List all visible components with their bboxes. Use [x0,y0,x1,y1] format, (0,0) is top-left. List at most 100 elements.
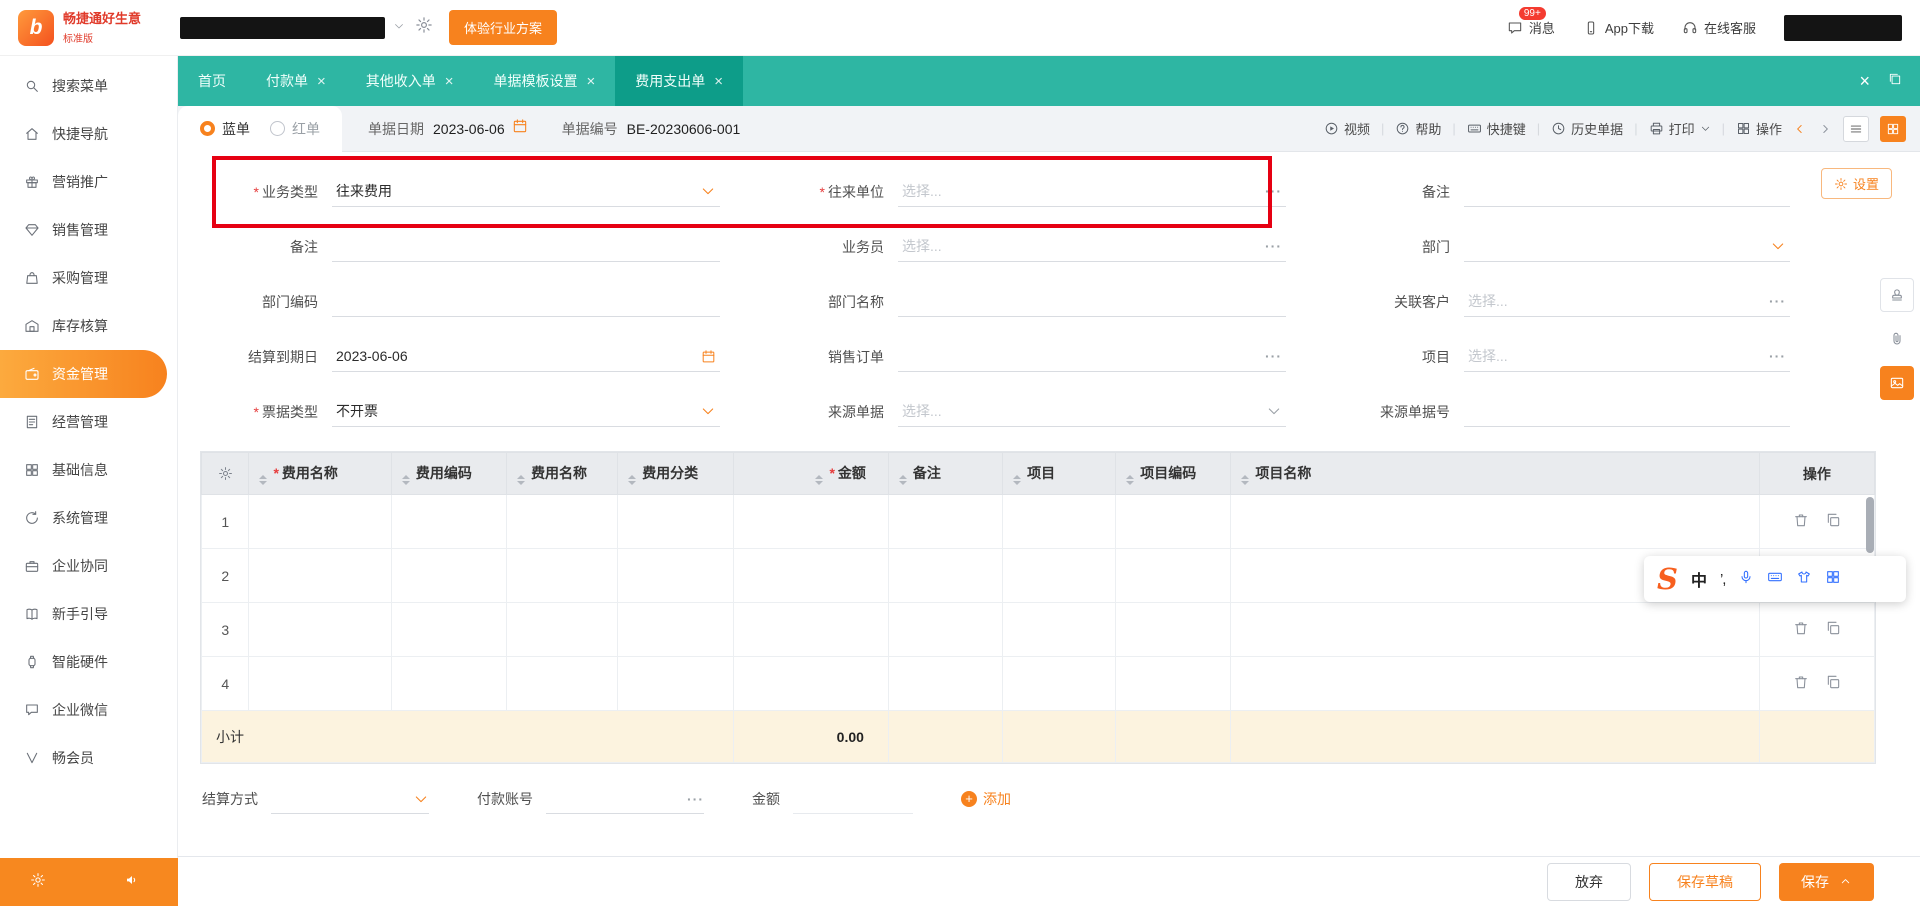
app-download-button[interactable]: App下载 [1583,18,1654,37]
amount-input[interactable] [793,784,913,814]
table-cell[interactable] [887,494,1004,549]
sidebar-item-purchase[interactable]: 采购管理 [0,254,177,302]
col-header-project[interactable]: 项目 [1002,452,1117,495]
tab-template-settings[interactable]: 单据模板设置 × [474,56,616,106]
grid-view-button[interactable] [1880,115,1906,142]
ime-punctuation-mode[interactable]: ’, [1720,571,1726,588]
table-cell[interactable] [1002,494,1117,549]
video-action[interactable]: 视频 [1324,119,1370,138]
column-settings-gear[interactable] [200,452,250,495]
save-draft-button[interactable]: 保存草稿 [1649,862,1761,901]
prev-arrow-icon[interactable] [1793,122,1807,136]
image-tool-icon[interactable] [1880,366,1914,400]
calendar-icon[interactable] [512,118,528,139]
table-cell[interactable] [617,548,735,603]
table-cell[interactable] [887,656,1004,711]
trial-industry-button[interactable]: 体验行业方案 [449,10,558,45]
delete-row-icon[interactable] [1793,512,1809,531]
table-cell[interactable] [390,548,508,603]
form-settings-button[interactable]: 设置 [1820,168,1892,199]
table-cell[interactable] [506,602,619,657]
table-cell[interactable] [1115,494,1232,549]
col-header-amount[interactable]: 金额 [733,452,889,495]
sidebar-item-hardware[interactable]: 智能硬件 [0,638,177,686]
table-cell[interactable] [1115,656,1232,711]
history-docs-action[interactable]: 历史单据 [1551,119,1623,138]
payment-account-select[interactable]: ··· [546,784,704,814]
tab-other-income-doc[interactable]: 其他收入单 × [346,56,474,106]
table-cell[interactable] [617,656,735,711]
partner-select[interactable]: 选择... ··· [898,177,1286,207]
sidebar-item-base-info[interactable]: 基础信息 [0,446,177,494]
delete-row-icon[interactable] [1793,674,1809,693]
print-action[interactable]: 打印 [1649,119,1711,138]
table-cell[interactable] [248,602,392,657]
col-header-project-name[interactable]: 项目名称 [1230,452,1760,495]
col-header-expense-name[interactable]: 费用名称 [248,452,392,495]
table-cell[interactable] [390,602,508,657]
online-service-button[interactable]: 在线客服 [1682,18,1756,37]
sidebar-settings-gear-icon[interactable] [30,872,46,893]
table-cell[interactable] [1002,656,1117,711]
sales-order-select[interactable]: ··· [898,342,1286,372]
tab-payment-doc[interactable]: 付款单 × [246,56,346,106]
table-cell[interactable] [733,602,889,657]
radio-blue-doc[interactable]: 蓝单 [200,119,250,139]
tab-close-icon[interactable]: × [445,74,454,89]
sidebar-item-guide[interactable]: 新手引导 [0,590,177,638]
help-action[interactable]: 帮助 [1395,119,1441,138]
table-cell[interactable] [733,656,889,711]
operations-action[interactable]: 操作 [1736,119,1782,138]
table-cell[interactable] [887,548,1004,603]
table-cell[interactable] [248,548,392,603]
ime-mic-icon[interactable] [1738,569,1754,590]
tab-close-icon[interactable]: × [317,74,326,89]
list-view-button[interactable] [1843,115,1869,142]
ime-skin-icon[interactable] [1796,569,1812,590]
sidebar-item-operations[interactable]: 经营管理 [0,398,177,446]
copy-row-icon[interactable] [1825,620,1841,639]
table-cell[interactable] [248,656,392,711]
chevron-down-icon[interactable] [393,19,405,37]
attachment-paperclip-icon[interactable] [1880,322,1914,356]
table-cell[interactable] [617,494,735,549]
settlement-method-select[interactable] [271,784,429,814]
messages-button[interactable]: 消息 99+ [1507,7,1555,37]
header-gear-icon[interactable] [415,16,433,39]
related-customer-select[interactable]: 选择... ··· [1464,287,1790,317]
add-settlement-button[interactable]: + 添加 [961,789,1011,809]
table-cell[interactable] [617,602,735,657]
table-cell[interactable] [1230,602,1760,657]
dept-code-input[interactable] [332,287,720,317]
project-select[interactable]: 选择... ··· [1464,342,1790,372]
hotkey-action[interactable]: 快捷键 [1467,119,1526,138]
remark-right-input[interactable] [1464,177,1790,207]
table-cell[interactable] [506,494,619,549]
table-cell[interactable] [887,602,1004,657]
col-header-expense-category[interactable]: 费用分类 [617,452,735,495]
sidebar-item-collaboration[interactable]: 企业协同 [0,542,177,590]
table-cell[interactable] [1115,602,1232,657]
sidebar-item-quick-nav[interactable]: 快捷导航 [0,110,177,158]
table-cell[interactable] [506,548,619,603]
user-account-redacted[interactable] [1784,14,1902,41]
table-cell[interactable] [390,656,508,711]
table-cell[interactable] [1230,494,1760,549]
table-cell[interactable] [1002,548,1117,603]
fullscreen-icon[interactable] [1888,72,1902,91]
table-cell[interactable] [1115,548,1232,603]
sogou-logo-icon[interactable]: S [1657,564,1678,594]
invoice-type-select[interactable]: 不开票 [332,397,720,427]
discard-button[interactable]: 放弃 [1547,862,1631,901]
department-select[interactable] [1464,232,1790,262]
table-cell[interactable] [248,494,392,549]
sidebar-item-search-menu[interactable]: 搜索菜单 [0,62,177,110]
tab-close-icon[interactable]: × [587,74,596,89]
save-button[interactable]: 保存 [1779,862,1874,901]
delete-row-icon[interactable] [1793,620,1809,639]
col-header-expense-name2[interactable]: 费用名称 [506,452,619,495]
tab-home[interactable]: 首页 [178,56,246,106]
table-cell[interactable] [733,494,889,549]
next-arrow-icon[interactable] [1818,122,1832,136]
copy-row-icon[interactable] [1825,674,1841,693]
